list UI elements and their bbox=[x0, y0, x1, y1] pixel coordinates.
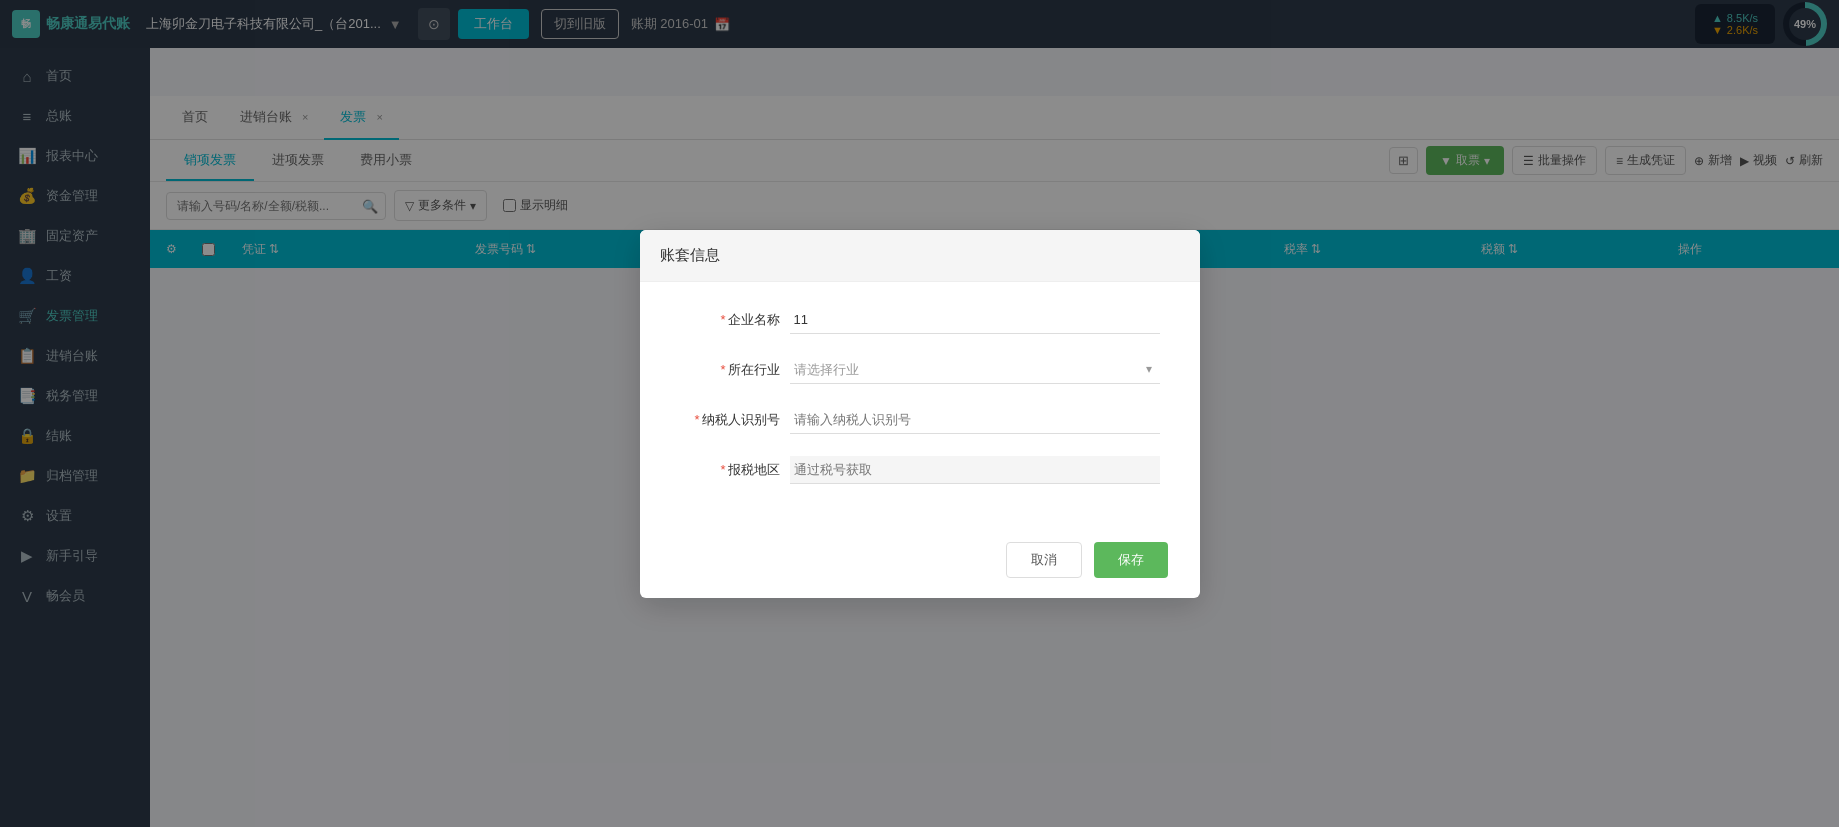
account-info-modal: 账套信息 *企业名称 *所在行业 请选择行业 ▾ bbox=[640, 230, 1200, 598]
tax-id-label: *纳税人识别号 bbox=[680, 411, 790, 429]
form-row-company-name: *企业名称 bbox=[680, 306, 1160, 334]
tax-id-required: * bbox=[694, 412, 699, 427]
form-row-industry: *所在行业 请选择行业 ▾ bbox=[680, 356, 1160, 384]
tax-id-input[interactable] bbox=[790, 406, 1160, 434]
form-row-tax-region: *报税地区 bbox=[680, 456, 1160, 484]
industry-select[interactable]: 请选择行业 bbox=[790, 356, 1160, 383]
tax-region-required: * bbox=[720, 462, 725, 477]
industry-required: * bbox=[720, 362, 725, 377]
save-button[interactable]: 保存 bbox=[1094, 542, 1168, 578]
tax-region-input bbox=[790, 456, 1160, 484]
modal-overlay[interactable]: 账套信息 *企业名称 *所在行业 请选择行业 ▾ bbox=[0, 0, 1839, 827]
cancel-button[interactable]: 取消 bbox=[1006, 542, 1082, 578]
form-row-tax-id: *纳税人识别号 bbox=[680, 406, 1160, 434]
tax-region-label: *报税地区 bbox=[680, 461, 790, 479]
modal-header: 账套信息 bbox=[640, 230, 1200, 282]
modal-footer: 取消 保存 bbox=[640, 526, 1200, 598]
modal-title: 账套信息 bbox=[660, 246, 720, 263]
industry-select-wrapper: 请选择行业 ▾ bbox=[790, 356, 1160, 384]
company-name-input[interactable] bbox=[790, 306, 1160, 334]
company-name-required: * bbox=[720, 312, 725, 327]
company-name-label: *企业名称 bbox=[680, 311, 790, 329]
modal-body: *企业名称 *所在行业 请选择行业 ▾ *纳税人识别号 bbox=[640, 282, 1200, 526]
industry-label: *所在行业 bbox=[680, 361, 790, 379]
